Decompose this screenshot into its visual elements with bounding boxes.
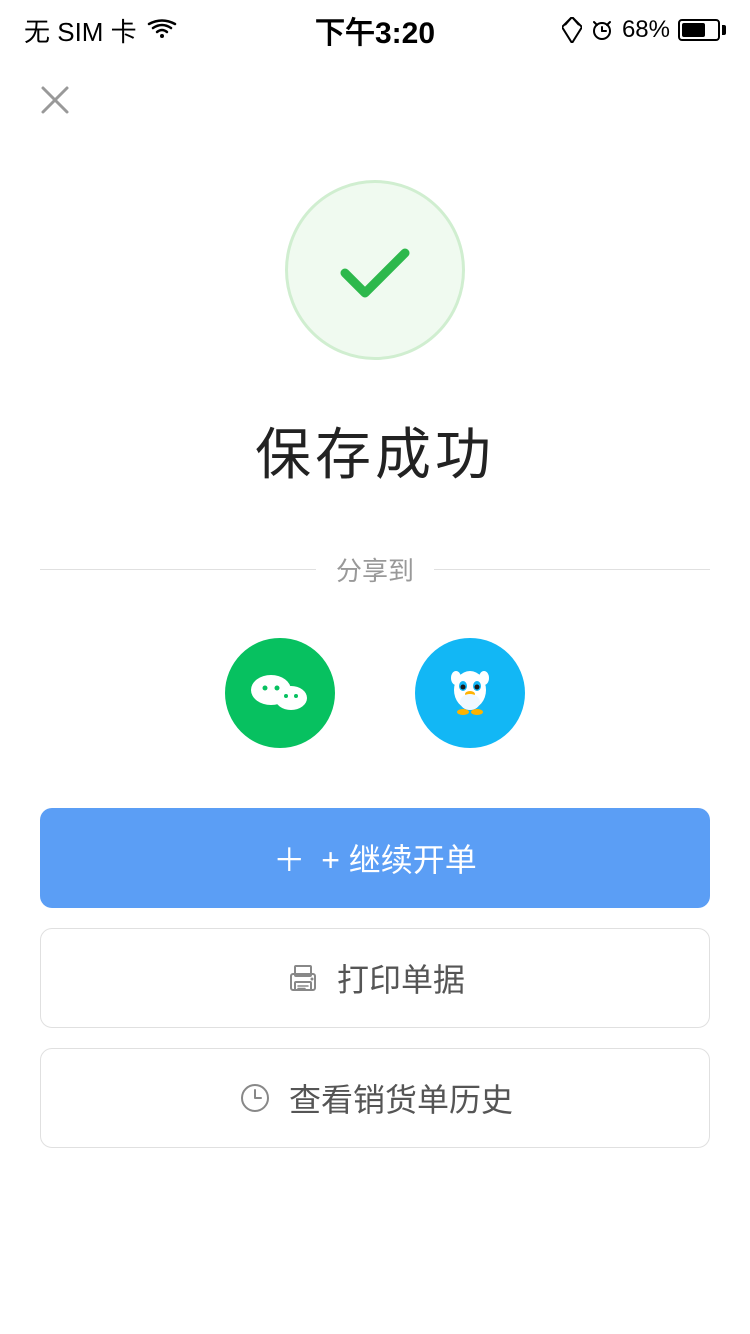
action-buttons: ＋ + 继续开单 打印单据 查看销货单历史	[40, 808, 710, 1148]
battery-percent: 68%	[622, 16, 670, 44]
share-section: 分享到	[40, 551, 710, 748]
battery-icon	[678, 19, 726, 41]
printer-icon	[285, 960, 321, 996]
status-bar-left: 无 SIM 卡	[24, 12, 177, 49]
print-button[interactable]: 打印单据	[40, 928, 710, 1028]
success-title: 保存成功	[255, 410, 495, 491]
carrier-text: 无 SIM 卡	[24, 12, 137, 49]
success-circle	[285, 180, 465, 360]
location-icon	[562, 17, 582, 43]
print-label: 打印单据	[337, 955, 465, 1001]
continue-label: + 继续开单	[321, 835, 477, 881]
share-buttons	[40, 638, 710, 748]
wifi-icon	[147, 19, 177, 41]
continue-button[interactable]: ＋ + 继续开单	[40, 808, 710, 908]
history-icon	[237, 1080, 273, 1116]
status-bar: 无 SIM 卡 下午3:20 68%	[0, 0, 750, 60]
share-wechat-button[interactable]	[225, 638, 335, 748]
main-content: 保存成功 分享到	[0, 140, 750, 1334]
history-label: 查看销货单历史	[289, 1075, 513, 1121]
share-qq-button[interactable]	[415, 638, 525, 748]
history-button[interactable]: 查看销货单历史	[40, 1048, 710, 1148]
nav-bar	[0, 60, 750, 140]
checkmark-icon	[330, 225, 420, 315]
close-icon	[37, 82, 73, 118]
alarm-icon	[590, 18, 614, 42]
share-label: 分享到	[336, 551, 414, 588]
status-bar-right: 68%	[562, 16, 726, 44]
plus-icon: ＋	[273, 835, 305, 881]
share-divider: 分享到	[40, 551, 710, 588]
status-bar-time: 下午3:20	[315, 8, 435, 52]
wechat-icon	[245, 658, 315, 728]
close-button[interactable]	[30, 75, 80, 125]
qq-icon	[435, 658, 505, 728]
